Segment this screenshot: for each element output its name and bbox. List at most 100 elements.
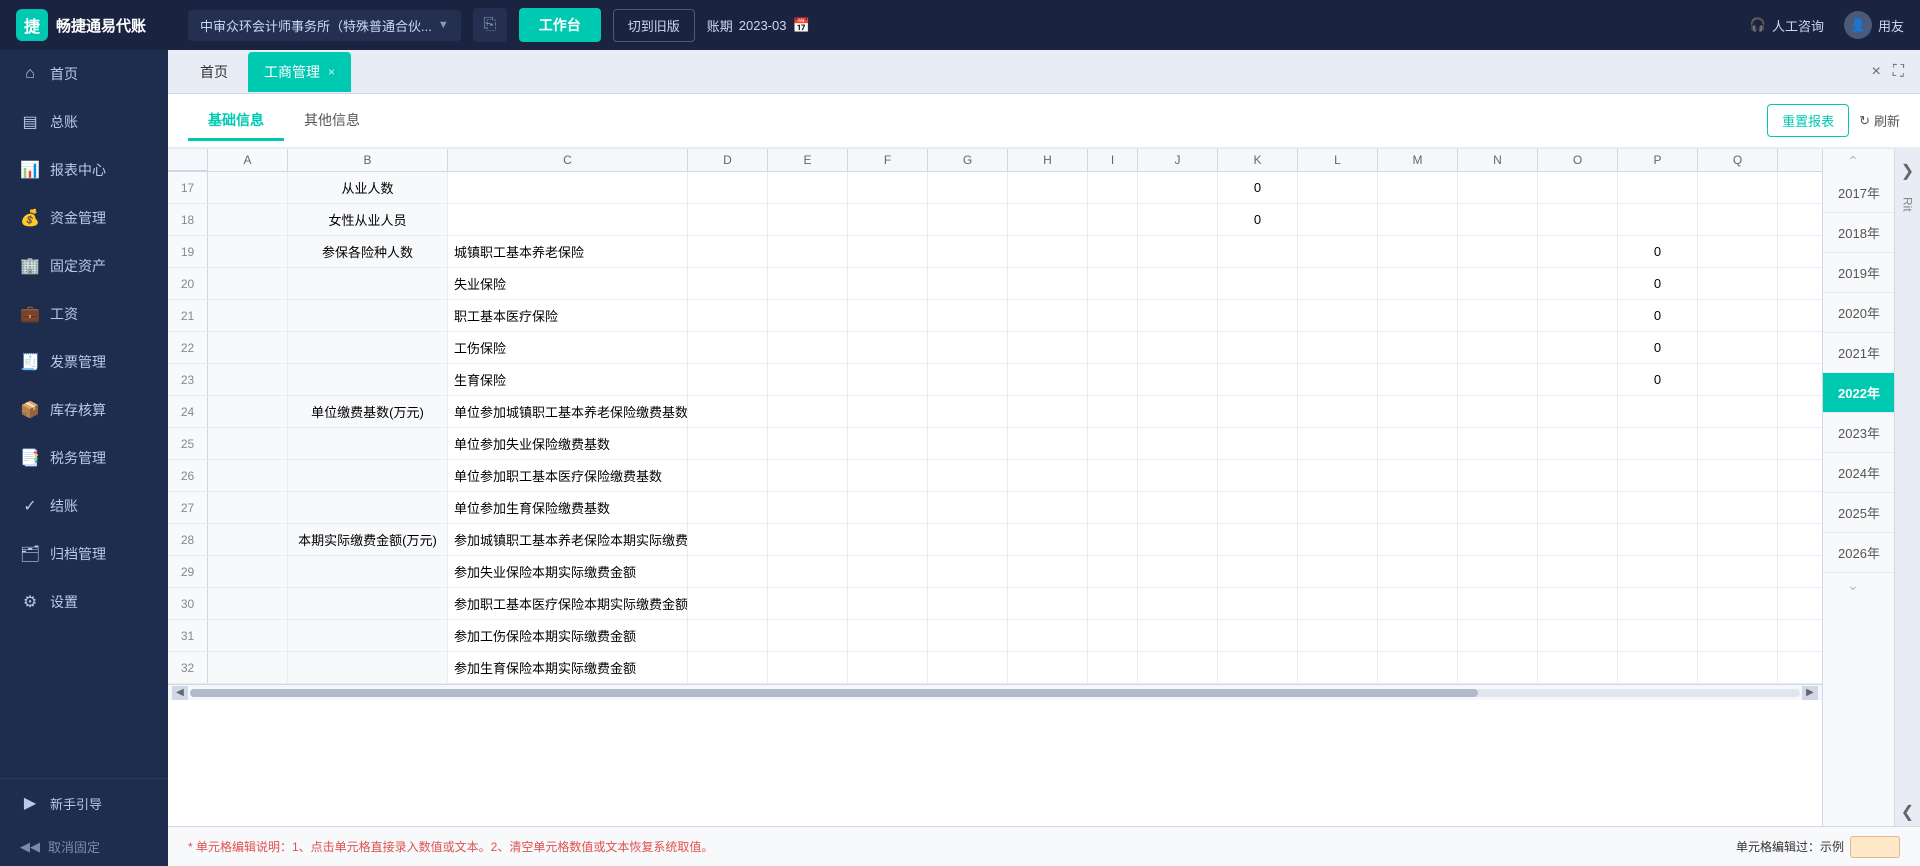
- cell-20-k[interactable]: [1218, 268, 1298, 299]
- refresh-button[interactable]: ↻ 刷新: [1859, 111, 1900, 130]
- cell-19-b[interactable]: 参保各险种人数: [288, 236, 448, 267]
- cell-30-l[interactable]: [1298, 588, 1378, 619]
- cell-32-b[interactable]: [288, 652, 448, 683]
- cell-22-a[interactable]: [208, 332, 288, 363]
- cell-27-e[interactable]: [768, 492, 848, 523]
- cell-28-d[interactable]: [688, 524, 768, 555]
- cell-28-k[interactable]: [1218, 524, 1298, 555]
- cell-26-i[interactable]: [1088, 460, 1138, 491]
- cell-25-j[interactable]: [1138, 428, 1218, 459]
- year-item-2026[interactable]: 2026年: [1823, 533, 1894, 573]
- reset-report-button[interactable]: 重置报表: [1767, 104, 1849, 137]
- cell-19-p[interactable]: 0: [1618, 236, 1698, 267]
- unpin-button[interactable]: ◀◀ 取消固定: [0, 827, 168, 866]
- cell-32-d[interactable]: [688, 652, 768, 683]
- sidebar-item-home[interactable]: ⌂ 首页: [0, 50, 168, 98]
- cell-27-q[interactable]: [1698, 492, 1778, 523]
- cell-24-n[interactable]: [1458, 396, 1538, 427]
- cell-30-a[interactable]: [208, 588, 288, 619]
- cell-17-p[interactable]: [1618, 172, 1698, 203]
- cell-19-d[interactable]: [688, 236, 768, 267]
- cell-18-g[interactable]: [928, 204, 1008, 235]
- cell-28-h[interactable]: [1008, 524, 1088, 555]
- cell-20-h[interactable]: [1008, 268, 1088, 299]
- cell-32-g[interactable]: [928, 652, 1008, 683]
- cell-22-l[interactable]: [1298, 332, 1378, 363]
- cell-22-d[interactable]: [688, 332, 768, 363]
- year-item-2018[interactable]: 2018年: [1823, 213, 1894, 253]
- cell-24-m[interactable]: [1378, 396, 1458, 427]
- cell-25-k[interactable]: [1218, 428, 1298, 459]
- cell-29-a[interactable]: [208, 556, 288, 587]
- cell-29-q[interactable]: [1698, 556, 1778, 587]
- cell-29-f[interactable]: [848, 556, 928, 587]
- cell-21-o[interactable]: [1538, 300, 1618, 331]
- cell-31-q[interactable]: [1698, 620, 1778, 651]
- sidebar-item-invoice[interactable]: 🧾 发票管理: [0, 338, 168, 386]
- cell-31-f[interactable]: [848, 620, 928, 651]
- cell-26-d[interactable]: [688, 460, 768, 491]
- cell-29-i[interactable]: [1088, 556, 1138, 587]
- cell-17-d[interactable]: [688, 172, 768, 203]
- cell-20-b[interactable]: [288, 268, 448, 299]
- cell-23-d[interactable]: [688, 364, 768, 395]
- cell-29-n[interactable]: [1458, 556, 1538, 587]
- cell-25-c[interactable]: 单位参加失业保险缴费基数: [448, 428, 688, 459]
- cell-29-j[interactable]: [1138, 556, 1218, 587]
- cell-24-h[interactable]: [1008, 396, 1088, 427]
- year-item-2021[interactable]: 2021年: [1823, 333, 1894, 373]
- year-down-button[interactable]: ⌄: [1823, 573, 1883, 597]
- cell-19-o[interactable]: [1538, 236, 1618, 267]
- cell-20-e[interactable]: [768, 268, 848, 299]
- cell-24-o[interactable]: [1538, 396, 1618, 427]
- sidebar-item-tax[interactable]: 📑 税务管理: [0, 434, 168, 482]
- calendar-icon[interactable]: 📅: [792, 17, 809, 34]
- cell-27-j[interactable]: [1138, 492, 1218, 523]
- window-expand-icon[interactable]: ⛶: [1893, 63, 1904, 81]
- cell-27-l[interactable]: [1298, 492, 1378, 523]
- cell-17-q[interactable]: [1698, 172, 1778, 203]
- cell-31-e[interactable]: [768, 620, 848, 651]
- panel-expand-button[interactable]: ❮: [1897, 798, 1918, 826]
- user-area[interactable]: 👤 用友: [1844, 11, 1904, 39]
- cell-21-p[interactable]: 0: [1618, 300, 1698, 331]
- cell-32-e[interactable]: [768, 652, 848, 683]
- cell-24-a[interactable]: [208, 396, 288, 427]
- cell-28-b[interactable]: 本期实际缴费金额(万元): [288, 524, 448, 555]
- cell-28-g[interactable]: [928, 524, 1008, 555]
- cell-25-h[interactable]: [1008, 428, 1088, 459]
- cell-31-j[interactable]: [1138, 620, 1218, 651]
- cell-20-n[interactable]: [1458, 268, 1538, 299]
- cell-26-h[interactable]: [1008, 460, 1088, 491]
- cell-32-j[interactable]: [1138, 652, 1218, 683]
- cell-32-k[interactable]: [1218, 652, 1298, 683]
- cell-21-f[interactable]: [848, 300, 928, 331]
- cell-22-f[interactable]: [848, 332, 928, 363]
- cell-26-g[interactable]: [928, 460, 1008, 491]
- cell-20-c[interactable]: 失业保险: [448, 268, 688, 299]
- cell-25-d[interactable]: [688, 428, 768, 459]
- cell-28-e[interactable]: [768, 524, 848, 555]
- cell-17-l[interactable]: [1298, 172, 1378, 203]
- cell-23-e[interactable]: [768, 364, 848, 395]
- cell-19-q[interactable]: [1698, 236, 1778, 267]
- cell-21-g[interactable]: [928, 300, 1008, 331]
- cell-26-a[interactable]: [208, 460, 288, 491]
- cell-26-m[interactable]: [1378, 460, 1458, 491]
- cell-20-p[interactable]: 0: [1618, 268, 1698, 299]
- cell-23-j[interactable]: [1138, 364, 1218, 395]
- cell-20-m[interactable]: [1378, 268, 1458, 299]
- cell-28-l[interactable]: [1298, 524, 1378, 555]
- cell-32-h[interactable]: [1008, 652, 1088, 683]
- cell-20-o[interactable]: [1538, 268, 1618, 299]
- cell-28-q[interactable]: [1698, 524, 1778, 555]
- cell-29-m[interactable]: [1378, 556, 1458, 587]
- cell-25-g[interactable]: [928, 428, 1008, 459]
- cell-30-e[interactable]: [768, 588, 848, 619]
- sidebar-item-guide[interactable]: ▶ 新手引导: [0, 779, 168, 827]
- cell-20-d[interactable]: [688, 268, 768, 299]
- cell-17-g[interactable]: [928, 172, 1008, 203]
- cell-31-d[interactable]: [688, 620, 768, 651]
- workbench-button[interactable]: 工作台: [519, 8, 601, 42]
- cell-27-a[interactable]: [208, 492, 288, 523]
